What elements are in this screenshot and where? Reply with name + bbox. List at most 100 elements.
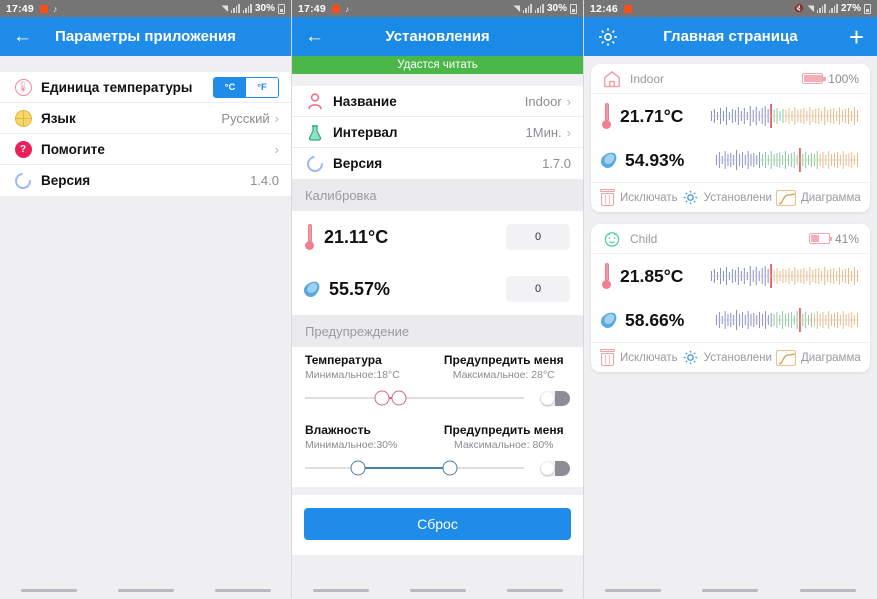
- music-note-icon: ♪: [52, 3, 58, 14]
- nav-recents-button[interactable]: [20, 588, 77, 592]
- temperature-value: 21.71°C: [620, 105, 684, 126]
- reset-button[interactable]: Сброс: [304, 508, 571, 540]
- panel-app-settings: 17:49 ♪ ◥ 30% ← Параметры приложения 🌡 Е…: [0, 0, 292, 599]
- nav-home-button[interactable]: [702, 588, 759, 592]
- row-language[interactable]: Язык Русский ›: [0, 103, 291, 134]
- thermometer-icon: [602, 103, 611, 129]
- delete-action[interactable]: Исключать: [600, 349, 678, 366]
- back-arrow-icon[interactable]: ←: [13, 27, 32, 46]
- calibration-humidity-row[interactable]: 55.57% 0: [292, 263, 583, 315]
- settings-list: 🌡 Единица температуры °C °F Язык Русский…: [0, 72, 291, 196]
- card-actions: Исключать Установлени Диаграмма: [591, 342, 870, 372]
- warning-temp-min: Минимальное:18°C: [305, 369, 400, 381]
- temperature-unit-toggle[interactable]: °C °F: [213, 76, 279, 98]
- chart-icon: [775, 349, 796, 366]
- music-note-icon: ♪: [344, 3, 350, 14]
- thermometer-icon: [602, 263, 611, 289]
- temperature-sparkline: [710, 104, 859, 128]
- spacer: [0, 56, 291, 72]
- temperature-reading-row: 21.71°C: [591, 94, 870, 138]
- calibration-humidity-offset-input[interactable]: 0: [506, 276, 570, 302]
- help-icon: ?: [12, 140, 34, 158]
- chart-action[interactable]: Диаграмма: [775, 189, 861, 206]
- calibration-temperature-row[interactable]: 21.11°C 0: [292, 211, 583, 263]
- back-arrow-icon[interactable]: ←: [305, 27, 324, 46]
- battery-percent: 30%: [254, 3, 275, 14]
- nav-recents-button[interactable]: [604, 588, 661, 592]
- warning-humidity-toggle[interactable]: [540, 460, 570, 476]
- warning-temp-range-slider[interactable]: [305, 390, 524, 406]
- status-bar: 17:49 ♪ ◥ 30%: [292, 0, 583, 17]
- slider-min-handle[interactable]: [350, 460, 366, 476]
- notification-dot-icon: [331, 4, 340, 13]
- humidity-value: 58.66%: [625, 309, 685, 330]
- temperature-reading-row: 21.85°C: [591, 254, 870, 298]
- three-phone-screenshots: 17:49 ♪ ◥ 30% ← Параметры приложения 🌡 Е…: [0, 0, 877, 599]
- card-battery: 41%: [808, 232, 859, 246]
- settings-action[interactable]: Установлени: [682, 189, 772, 206]
- row-version[interactable]: Версия 1.4.0: [0, 165, 291, 196]
- chevron-right-icon: ›: [274, 141, 279, 157]
- battery-icon: [864, 3, 871, 14]
- page-title: Параметры приложения: [55, 28, 236, 45]
- slider-max-handle[interactable]: [442, 460, 458, 476]
- temperature-value: 21.85°C: [620, 265, 684, 286]
- warning-humidity-range-slider[interactable]: [305, 460, 524, 476]
- unit-fahrenheit-button[interactable]: °F: [246, 77, 278, 97]
- battery-percent: 30%: [546, 3, 567, 14]
- gear-icon: [683, 350, 697, 365]
- child-icon: [602, 229, 622, 249]
- calibration-humidity-value: 55.57%: [329, 278, 391, 299]
- app-bar: ← Установления: [292, 17, 583, 56]
- sensor-card[interactable]: Child 41% 21.85°C 58.66% Исключать Устан…: [591, 224, 870, 372]
- android-nav-bar: [0, 581, 291, 599]
- card-header: Child 41%: [591, 224, 870, 254]
- nav-back-button[interactable]: [800, 588, 857, 592]
- action-label: Диаграмма: [800, 351, 861, 364]
- nav-home-button[interactable]: [409, 588, 466, 592]
- signal-bars-icon: [522, 4, 532, 13]
- slider-min-handle[interactable]: [374, 390, 390, 406]
- warning-temp-toggle[interactable]: [540, 390, 570, 406]
- settings-action[interactable]: Установлени: [682, 349, 772, 366]
- delete-action[interactable]: Исключать: [600, 189, 678, 206]
- android-nav-bar: [584, 581, 877, 599]
- gear-icon: [683, 190, 697, 205]
- thermometer-icon: [305, 224, 314, 250]
- gear-icon[interactable]: [597, 26, 619, 48]
- humidity-value: 54.93%: [625, 149, 685, 170]
- water-drop-icon: [598, 149, 620, 171]
- row-value: 1.4.0: [250, 173, 279, 188]
- chart-action[interactable]: Диаграмма: [775, 349, 861, 366]
- app-bar: ← Параметры приложения: [0, 17, 291, 56]
- flask-glyph: [308, 124, 322, 141]
- battery-icon: [808, 233, 833, 244]
- chevron-right-icon: ›: [566, 93, 571, 109]
- nav-home-button[interactable]: [117, 588, 174, 592]
- status-bar: 12:46 🔇 ◥ 27%: [584, 0, 877, 17]
- globe-icon: [12, 109, 34, 127]
- sensor-card[interactable]: Indoor 100% 21.71°C 54.93% Исключать Уст…: [591, 64, 870, 212]
- nav-recents-button[interactable]: [312, 588, 369, 592]
- nav-back-button[interactable]: [214, 588, 271, 592]
- water-drop-icon: [301, 278, 323, 300]
- row-interval[interactable]: Интервал 1Мин. ›: [292, 117, 583, 148]
- notification-dot-icon: [623, 4, 632, 13]
- row-firmware-version[interactable]: Версия 1.7.0: [292, 148, 583, 179]
- page-title: Главная страница: [663, 28, 798, 45]
- nav-back-button[interactable]: [506, 588, 563, 592]
- sensor-card-list: Indoor 100% 21.71°C 54.93% Исключать Уст…: [584, 56, 877, 599]
- unit-celsius-button[interactable]: °C: [214, 77, 246, 97]
- row-device-name[interactable]: Название Indoor ›: [292, 86, 583, 117]
- slider-max-handle[interactable]: [391, 390, 407, 406]
- plus-icon[interactable]: +: [849, 24, 864, 50]
- action-label: Установлени: [703, 351, 772, 364]
- row-value: Русский: [221, 110, 270, 126]
- row-temperature-unit[interactable]: 🌡 Единица температуры °C °F: [0, 72, 291, 103]
- signal-bars-icon-2: [242, 4, 252, 13]
- row-help[interactable]: ? Помогите ›: [0, 134, 291, 165]
- status-time: 17:49: [6, 2, 34, 15]
- calibration-temp-offset-input[interactable]: 0: [506, 224, 570, 250]
- trash-icon: [600, 349, 615, 366]
- warning-temperature-block: Температура Минимальное:18°C Предупредит…: [292, 347, 583, 417]
